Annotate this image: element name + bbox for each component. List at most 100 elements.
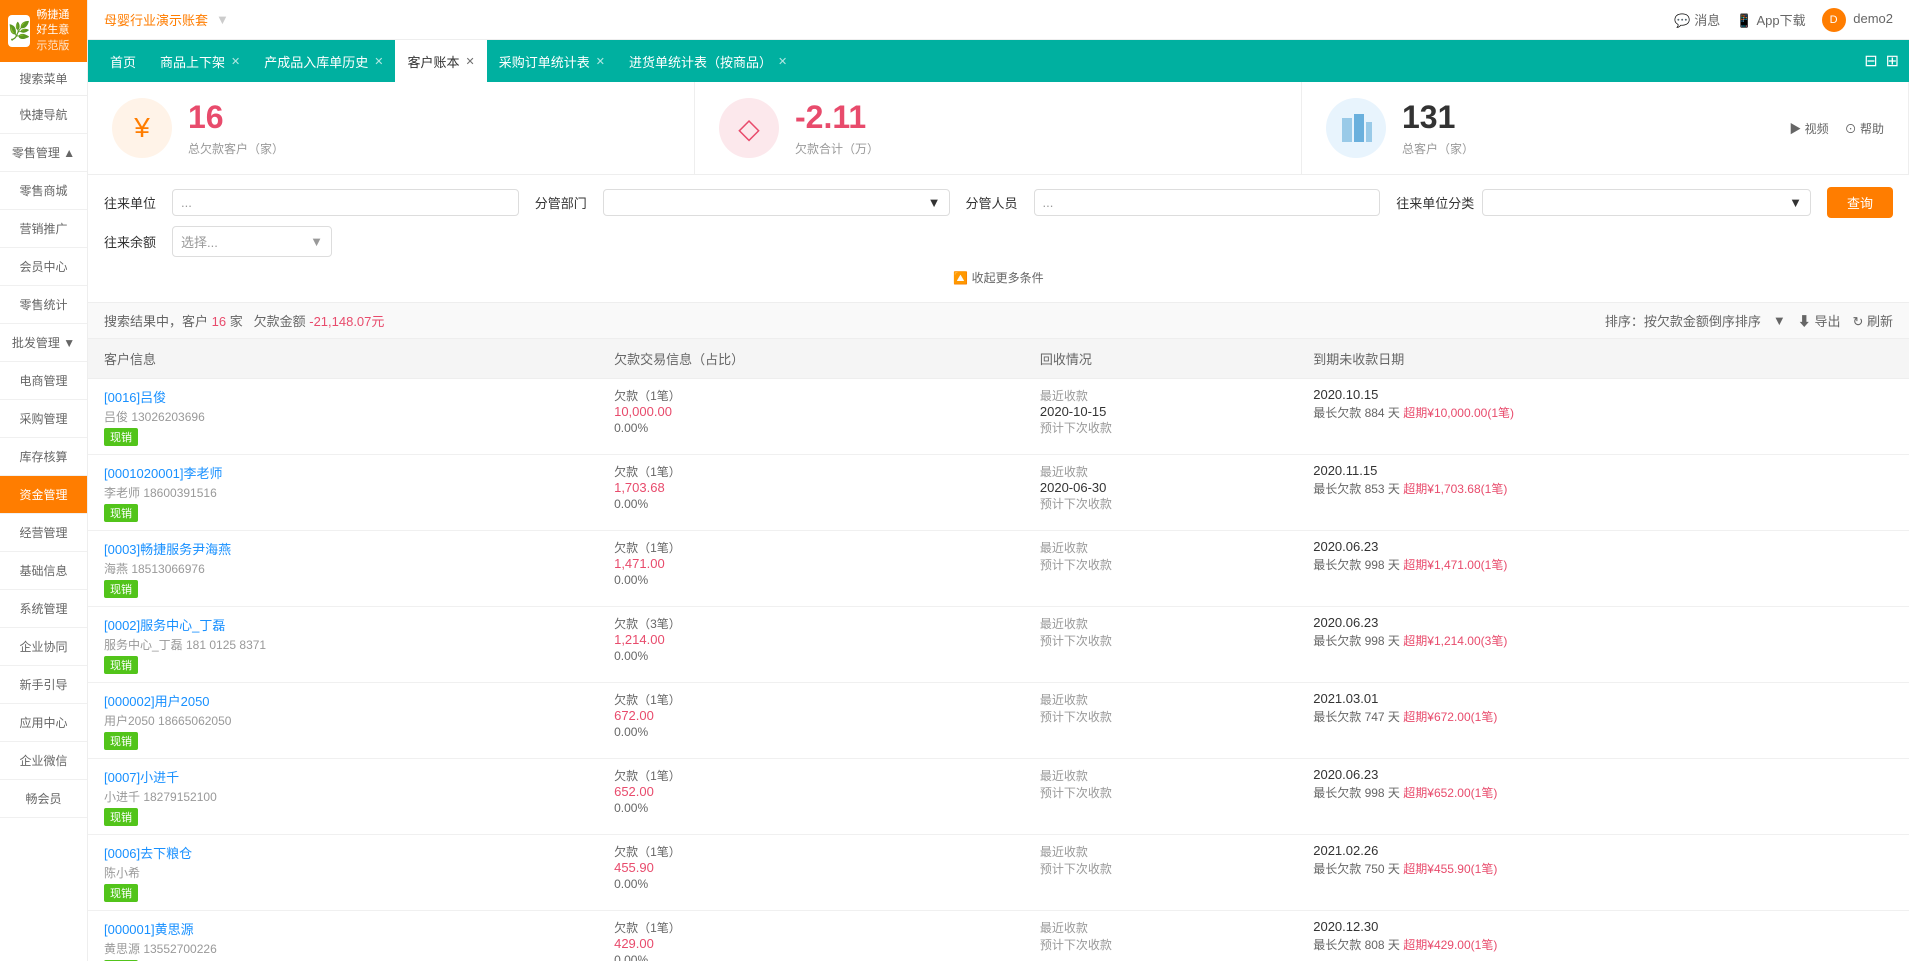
customer-tag-3: 现销 [104, 656, 138, 674]
debt-label-5: 欠款（1笔） [614, 767, 1008, 784]
sidebar-item-batch-mgmt[interactable]: 批发管理 ▼ [0, 324, 87, 362]
search-button[interactable]: 查询 [1827, 187, 1893, 218]
tab-home[interactable]: 首页 [98, 40, 148, 82]
cell-recovery-4: 最近收款 预计下次收款 [1024, 683, 1297, 759]
sidebar-logo: 🌿 畅捷通好生意 示范版 [0, 0, 87, 62]
search-menu[interactable]: 搜索菜单 [0, 62, 87, 96]
debt-label-7: 欠款（1笔） [614, 919, 1008, 936]
cell-customer-info-7: [000001]黄思源 黄思源 13552700226 现销 [88, 911, 598, 961]
stat-label-total-customers: 总客户（家） [1402, 140, 1474, 157]
overdue-link-3[interactable]: 超期¥1,214.00(3笔) [1403, 634, 1507, 648]
overdue-link-4[interactable]: 超期¥672.00(1笔) [1403, 710, 1497, 724]
filter-input-person[interactable]: ... [1034, 189, 1381, 216]
topbar-controls: ⊟ ⊞ [1864, 51, 1899, 71]
debt-amount-1[interactable]: 1,703.68 [614, 480, 1008, 495]
debt-amount-6[interactable]: 455.90 [614, 860, 1008, 875]
tab-produce-history[interactable]: 产成品入库单历史 ✕ [252, 40, 395, 82]
sidebar-item-quick-nav[interactable]: 快捷导航 [0, 96, 87, 134]
customer-name-3[interactable]: [0002]服务中心_丁磊 [104, 618, 225, 633]
overdue-link-2[interactable]: 超期¥1,471.00(1笔) [1403, 558, 1507, 572]
sidebar-item-ecommerce[interactable]: 电商管理 [0, 362, 87, 400]
debt-amount-3[interactable]: 1,214.00 [614, 632, 1008, 647]
sidebar-item-member-center[interactable]: 会员中心 [0, 248, 87, 286]
debt-amount-7[interactable]: 429.00 [614, 936, 1008, 951]
help-btn[interactable]: ⊙ 帮助 [1845, 120, 1884, 137]
brand-info: 母婴行业演示账套 ▼ [104, 10, 229, 29]
customer-name-7[interactable]: [000001]黄思源 [104, 922, 194, 937]
tab-close-purchase-order[interactable]: ✕ [596, 55, 605, 68]
sidebar-item-marketing[interactable]: 营销推广 [0, 210, 87, 248]
cell-recovery-7: 最近收款 预计下次收款 [1024, 911, 1297, 961]
tab-close-produce-history[interactable]: ✕ [374, 55, 383, 68]
recovery-next-label-2: 预计下次收款 [1040, 556, 1281, 573]
cell-debt-info-0: 欠款（1笔） 10,000.00 0.00% [598, 379, 1024, 455]
debt-amount-2[interactable]: 1,471.00 [614, 556, 1008, 571]
sort-label[interactable]: 排序：按欠款金额倒序排序 [1605, 311, 1761, 330]
filter-input-dept[interactable]: ▼ [603, 189, 950, 216]
debt-amount-5[interactable]: 652.00 [614, 784, 1008, 799]
sidebar-item-app-center[interactable]: 应用中心 [0, 704, 87, 742]
customer-name-1[interactable]: [0001020001]李老师 [104, 466, 223, 481]
sidebar-item-capital-mgmt[interactable]: 资金管理 [0, 476, 87, 514]
message-btn[interactable]: 💬消息 [1674, 10, 1720, 29]
customer-name-6[interactable]: [0006]去下粮仓 [104, 846, 192, 861]
export-btn[interactable]: ⬇ 导出 [1798, 311, 1841, 330]
maximize-btn[interactable]: ⊞ [1886, 51, 1899, 71]
filter-input-category[interactable]: ▼ [1482, 189, 1811, 216]
table-row: [000002]用户2050 用户2050 18665062050 现销 欠款（… [88, 683, 1909, 759]
overdue-days-1: 最长欠款 853 天 超期¥1,703.68(1笔) [1313, 480, 1893, 497]
filter-input-unit[interactable]: ... [172, 189, 519, 216]
sidebar-item-purchase-mgmt[interactable]: 采购管理 [0, 400, 87, 438]
sidebar-item-retail-stats[interactable]: 零售统计 [0, 286, 87, 324]
recovery-next-label-1: 预计下次收款 [1040, 495, 1281, 512]
sidebar-item-basic-info[interactable]: 基础信息 [0, 552, 87, 590]
customer-sub-1: 李老师 18600391516 [104, 484, 582, 501]
customer-name-4[interactable]: [000002]用户2050 [104, 694, 210, 709]
stat-content-total-customers: 131 总客户（家） [1402, 99, 1474, 157]
debt-label-6: 欠款（1笔） [614, 843, 1008, 860]
tab-purchase-order[interactable]: 采购订单统计表 ✕ [487, 40, 617, 82]
sidebar-item-retail-mall[interactable]: 零售商城 [0, 172, 87, 210]
debt-amount-4[interactable]: 672.00 [614, 708, 1008, 723]
sidebar-item-enterprise-coop[interactable]: 企业协同 [0, 628, 87, 666]
customer-name-0[interactable]: [0016]吕俊 [104, 390, 166, 405]
filter-input-balance[interactable]: 选择... ▼ [172, 226, 332, 257]
tab-close-customer-account[interactable]: ✕ [466, 55, 475, 68]
overdue-link-0[interactable]: 超期¥10,000.00(1笔) [1403, 406, 1514, 420]
overdue-link-6[interactable]: 超期¥455.90(1笔) [1403, 862, 1497, 876]
overdue-link-7[interactable]: 超期¥429.00(1笔) [1403, 938, 1497, 952]
sidebar-item-retail-mgmt[interactable]: 零售管理 ▲ [0, 134, 87, 172]
sidebar-item-enterprise-wx[interactable]: 企业微信 [0, 742, 87, 780]
sidebar-item-stock-check[interactable]: 库存核算 [0, 438, 87, 476]
customer-table: 客户信息 欠款交易信息（占比） 回收情况 到期未收款日期 [0016]吕俊 吕俊… [88, 339, 1909, 961]
sidebar-item-chang-member[interactable]: 畅会员 [0, 780, 87, 818]
tab-customer-account[interactable]: 客户账本 ✕ [395, 40, 486, 82]
sidebar-item-new-guide[interactable]: 新手引导 [0, 666, 87, 704]
tab-product-off[interactable]: 商品上下架 ✕ [148, 40, 252, 82]
customer-sub-5: 小进千 18279152100 [104, 788, 582, 805]
tab-purchase-stat[interactable]: 进货单统计表（按商品） ✕ [617, 40, 799, 82]
cell-due-date-0: 2020.10.15 最长欠款 884 天 超期¥10,000.00(1笔) [1297, 379, 1909, 455]
customer-name-2[interactable]: [0003]畅捷服务尹海燕 [104, 542, 231, 557]
debt-amount-0[interactable]: 10,000.00 [614, 404, 1008, 419]
recovery-next-label-4: 预计下次收款 [1040, 708, 1281, 725]
cell-customer-info-6: [0006]去下粮仓 陈小希 现销 [88, 835, 598, 911]
user-avatar[interactable]: D demo2 [1822, 8, 1893, 32]
logo-text: 畅捷通好生意 示范版 [36, 8, 79, 54]
view-video-btn[interactable]: ▶ 视频 [1789, 120, 1828, 137]
sidebar-item-operations-mgmt[interactable]: 经营管理 [0, 514, 87, 552]
overdue-link-1[interactable]: 超期¥1,703.68(1笔) [1403, 482, 1507, 496]
filter-collapse-btn[interactable]: 🔼 收起更多条件 [104, 265, 1893, 290]
app-topbar: 母婴行业演示账套 ▼ 💬消息 📱App下载 D demo2 [88, 0, 1909, 40]
th-debt-info: 欠款交易信息（占比） [598, 339, 1024, 379]
filter-item-person: 分管人员 ... [966, 189, 1381, 216]
tab-close-purchase-stat[interactable]: ✕ [778, 55, 787, 68]
overdue-link-5[interactable]: 超期¥652.00(1笔) [1403, 786, 1497, 800]
customer-name-5[interactable]: [0007]小进千 [104, 770, 179, 785]
app-download-btn[interactable]: 📱App下载 [1736, 10, 1805, 29]
tab-close-product-off[interactable]: ✕ [231, 55, 240, 68]
refresh-btn[interactable]: ↻ 刷新 [1852, 311, 1893, 330]
th-customer-info: 客户信息 [88, 339, 598, 379]
sidebar-item-system-mgmt[interactable]: 系统管理 [0, 590, 87, 628]
minimize-btn[interactable]: ⊟ [1864, 51, 1877, 71]
